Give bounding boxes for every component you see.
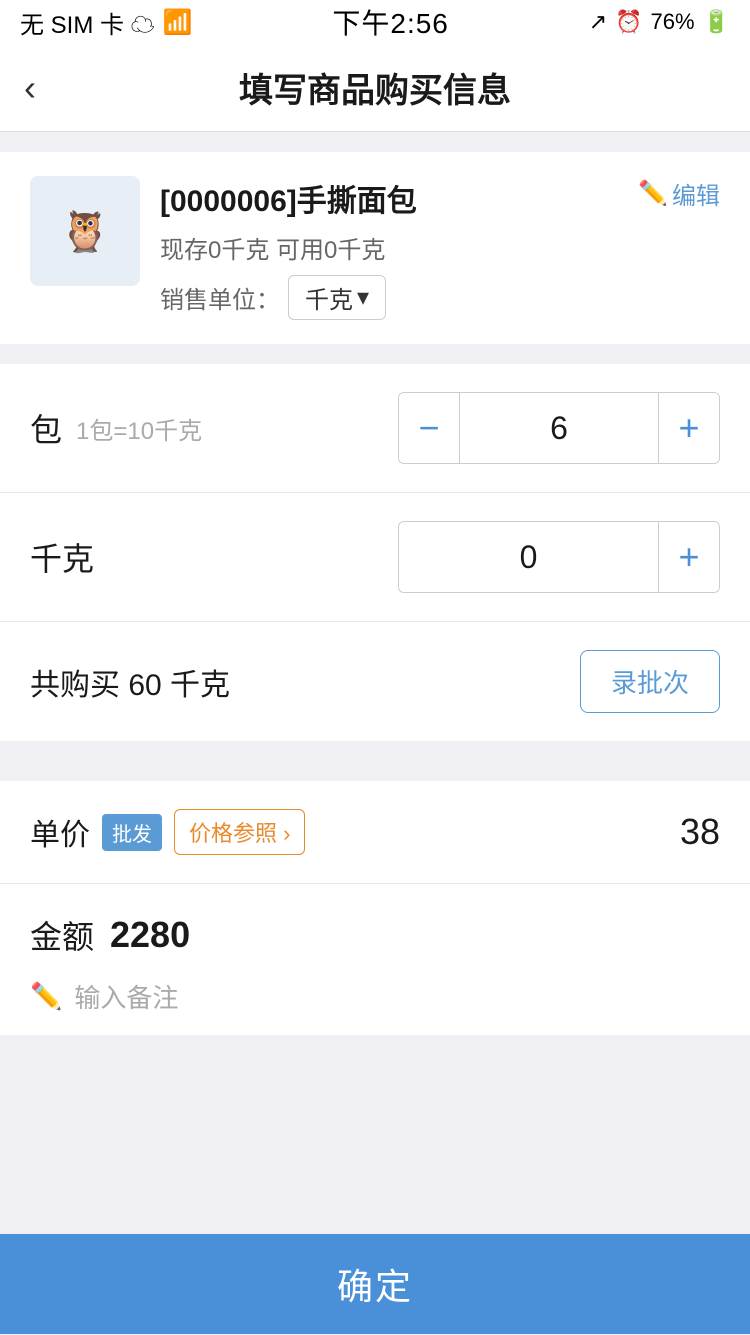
kg-label: 千克 [30, 534, 94, 580]
product-unit-row: 销售单位： 千克 ▾ [160, 275, 720, 320]
edit-button[interactable]: ✏️ 编辑 [638, 176, 720, 211]
unit-select[interactable]: 千克 ▾ [288, 275, 386, 320]
back-button[interactable]: ‹ [24, 67, 36, 109]
divider-1 [0, 344, 750, 364]
input-section: 包 1包=10千克 − + 千克 + [0, 364, 750, 622]
kg-plus-button[interactable]: + [659, 522, 719, 592]
unit-value: 千克 [305, 280, 353, 315]
status-right: ↗ ⏰ 76% 🔋 [589, 9, 730, 35]
batch-button[interactable]: 录批次 [580, 650, 720, 713]
status-left: 无 SIM 卡 ☁ 📶 [20, 5, 193, 40]
product-name: [0000006]手撕面包 [160, 176, 720, 220]
package-row: 包 1包=10千克 − + [0, 364, 750, 493]
remark-placeholder: 输入备注 [74, 978, 178, 1015]
amount-row: 金额 2280 [30, 912, 720, 958]
kg-quantity-input[interactable] [399, 522, 659, 592]
price-ref-button[interactable]: 价格参照 › [174, 809, 305, 855]
page-title: 填写商品购买信息 [239, 63, 511, 112]
status-time: 下午2:56 [332, 2, 449, 42]
price-section: 单价 批发 价格参照 › 38 [0, 781, 750, 884]
total-row: 共购买 60 千克 录批次 [0, 622, 750, 741]
nav-bar: ‹ 填写商品购买信息 [0, 44, 750, 132]
amount-label: 金额 [30, 912, 94, 958]
package-label: 包 1包=10千克 [30, 405, 202, 451]
product-image: 🦉 [30, 176, 140, 286]
unit-chevron-icon: ▾ [357, 283, 369, 312]
amount-value: 2280 [110, 914, 190, 956]
amount-section: 金额 2280 ✏️ 输入备注 [0, 884, 750, 1035]
price-value: 38 [680, 811, 720, 853]
wifi-icon: 📶 [163, 8, 193, 37]
remark-row[interactable]: ✏️ 输入备注 [30, 978, 720, 1015]
kg-row: 千克 + [0, 493, 750, 622]
divider-2 [0, 741, 750, 761]
total-label: 共购买 60 千克 [30, 660, 230, 704]
package-plus-button[interactable]: + [659, 393, 719, 463]
kg-input-control: + [398, 521, 720, 593]
package-quantity-input[interactable] [459, 393, 659, 463]
status-bar: 无 SIM 卡 ☁ 📶 下午2:56 ↗ ⏰ 76% 🔋 [0, 0, 750, 44]
pifa-tag: 批发 [102, 814, 162, 851]
package-hint: 1包=10千克 [76, 411, 202, 446]
confirm-button[interactable]: 确定 [0, 1234, 750, 1334]
price-label: 单价 [30, 810, 90, 854]
remark-icon: ✏️ [30, 981, 62, 1012]
battery-icon: 🔋 [703, 9, 730, 35]
kg-label-text: 千克 [30, 534, 94, 580]
alarm-icon: ⏰ [615, 9, 642, 35]
edit-label: 编辑 [672, 176, 720, 211]
package-input-control: − + [398, 392, 720, 464]
battery-label: 76% [651, 9, 695, 35]
package-label-text: 包 [30, 405, 62, 451]
product-card: 🦉 [0000006]手撕面包 现存0千克 可用0千克 销售单位： 千克 ▾ ✏… [0, 152, 750, 344]
product-stock: 现存0千克 可用0千克 [160, 230, 720, 265]
edit-icon: ✏️ [638, 179, 668, 208]
product-thumbnail: 🦉 [60, 208, 110, 255]
product-info: [0000006]手撕面包 现存0千克 可用0千克 销售单位： 千克 ▾ [160, 176, 720, 320]
sim-label: 无 SIM 卡 ☁ [20, 5, 155, 40]
package-minus-button[interactable]: − [399, 393, 459, 463]
unit-label: 销售单位： [160, 280, 280, 315]
location-icon: ↗ [589, 9, 607, 35]
price-left: 单价 批发 价格参照 › [30, 809, 305, 855]
